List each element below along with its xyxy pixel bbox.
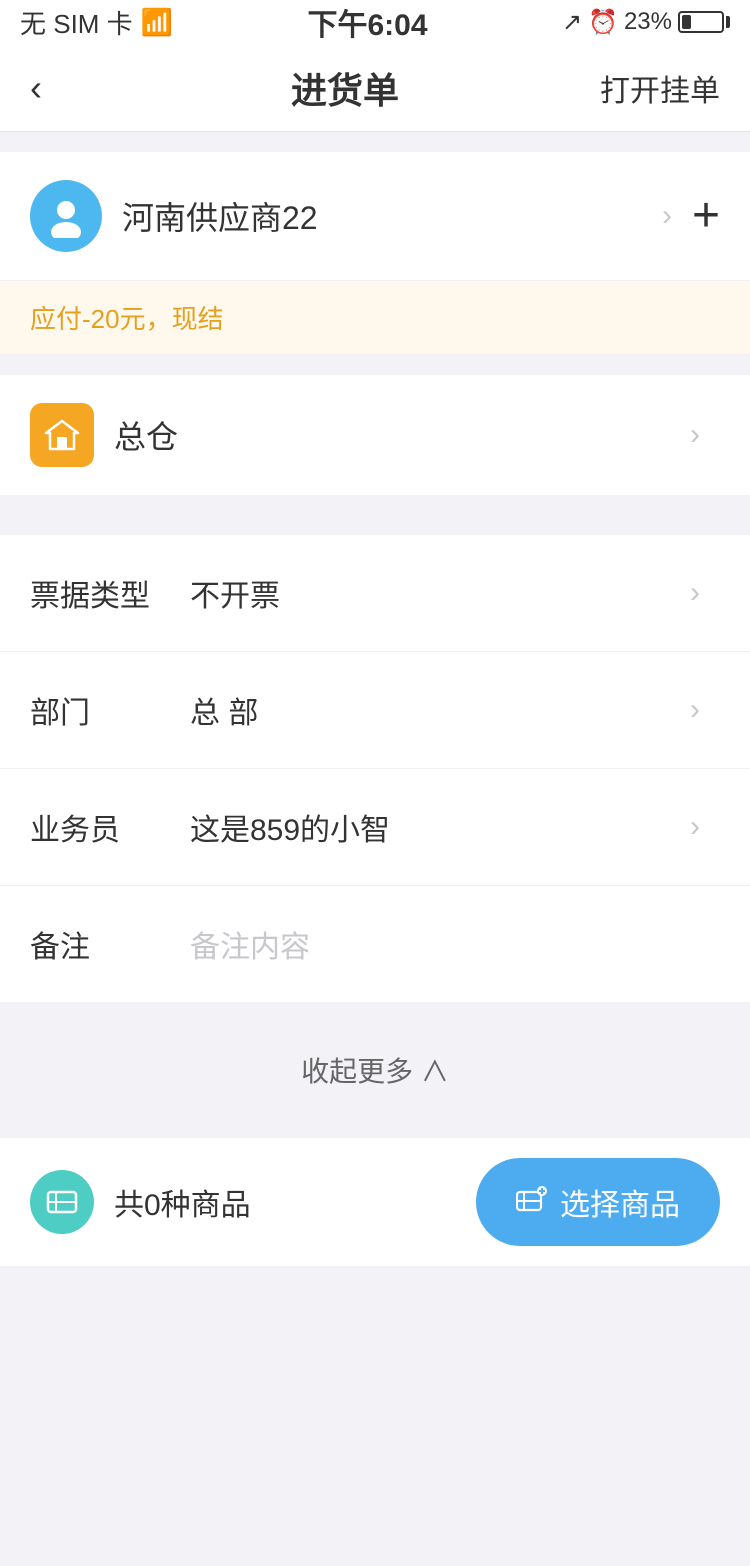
gap-warehouse	[0, 355, 750, 375]
supplier-card: 河南供应商22 › + 应付-20元，现结	[0, 152, 750, 355]
salesperson-label: 业务员	[30, 805, 170, 849]
collapse-bar[interactable]: 收起更多 ∧	[0, 1022, 750, 1118]
status-time: 下午6:04	[307, 0, 427, 44]
add-supplier-button[interactable]: +	[692, 192, 720, 240]
status-bar: 无 SIM 卡 📶 下午6:04 ↗ ⏰ 23%	[0, 0, 750, 44]
wifi-icon: 📶	[141, 7, 173, 38]
invoice-value: 不开票	[190, 571, 690, 615]
supplier-avatar	[30, 180, 102, 252]
select-btn-icon	[516, 1184, 548, 1220]
status-right: ↗ ⏰ 23%	[562, 8, 730, 37]
nav-bar: ‹ 进货单 打开挂单	[0, 44, 750, 132]
warehouse-name: 总仓	[114, 412, 690, 458]
supplier-row[interactable]: 河南供应商22 › +	[0, 152, 750, 281]
notice-text: 应付-20元，现结	[30, 304, 224, 334]
carrier-label: 无 SIM 卡	[20, 4, 133, 41]
salesperson-chevron-icon: ›	[690, 810, 700, 844]
person-icon	[44, 194, 88, 238]
cart-icon	[44, 1184, 80, 1220]
invoice-row[interactable]: 票据类型 不开票 ›	[0, 535, 750, 652]
warehouse-chevron-icon: ›	[690, 418, 700, 452]
status-left: 无 SIM 卡 📶	[20, 4, 173, 41]
select-btn-label: 选择商品	[560, 1180, 680, 1224]
battery-icon	[678, 11, 730, 33]
product-icon	[30, 1170, 94, 1234]
invoice-chevron-icon: ›	[690, 576, 700, 610]
page-title: 进货单	[291, 62, 399, 114]
house-icon	[44, 417, 80, 453]
bottom-bar: 共0种商品 选择商品	[0, 1138, 750, 1266]
supplier-name: 河南供应商22	[122, 193, 662, 239]
department-row[interactable]: 部门 总 部 ›	[0, 652, 750, 769]
page-background	[0, 1266, 750, 1566]
product-count: 共0种商品	[114, 1180, 476, 1224]
salesperson-value: 这是859的小智	[190, 805, 690, 849]
salesperson-row[interactable]: 业务员 这是859的小智 ›	[0, 769, 750, 886]
alarm-icon: ⏰	[588, 8, 618, 37]
supplier-chevron-icon: ›	[662, 199, 672, 233]
gap-top	[0, 132, 750, 152]
invoice-label: 票据类型	[30, 571, 170, 615]
battery-percentage: 23%	[624, 8, 672, 36]
department-value: 总 部	[190, 688, 690, 732]
warehouse-icon	[30, 403, 94, 467]
remark-row[interactable]: 备注 备注内容	[0, 886, 750, 1002]
department-chevron-icon: ›	[690, 693, 700, 727]
remark-input[interactable]: 备注内容	[190, 922, 720, 966]
gap-form	[0, 495, 750, 515]
department-label: 部门	[30, 688, 170, 732]
notice-banner: 应付-20元，现结	[0, 281, 750, 355]
select-product-button[interactable]: 选择商品	[476, 1158, 720, 1246]
back-button[interactable]: ‹	[30, 67, 90, 109]
form-section: 票据类型 不开票 › 部门 总 部 › 业务员 这是859的小智 › 备注 备注…	[0, 535, 750, 1002]
collapse-label: 收起更多 ∧	[301, 1056, 449, 1087]
remark-label: 备注	[30, 922, 170, 966]
open-pending-button[interactable]: 打开挂单	[600, 66, 720, 110]
warehouse-card: 总仓 ›	[0, 375, 750, 495]
warehouse-row[interactable]: 总仓 ›	[0, 375, 750, 495]
location-icon: ↗	[562, 8, 582, 37]
